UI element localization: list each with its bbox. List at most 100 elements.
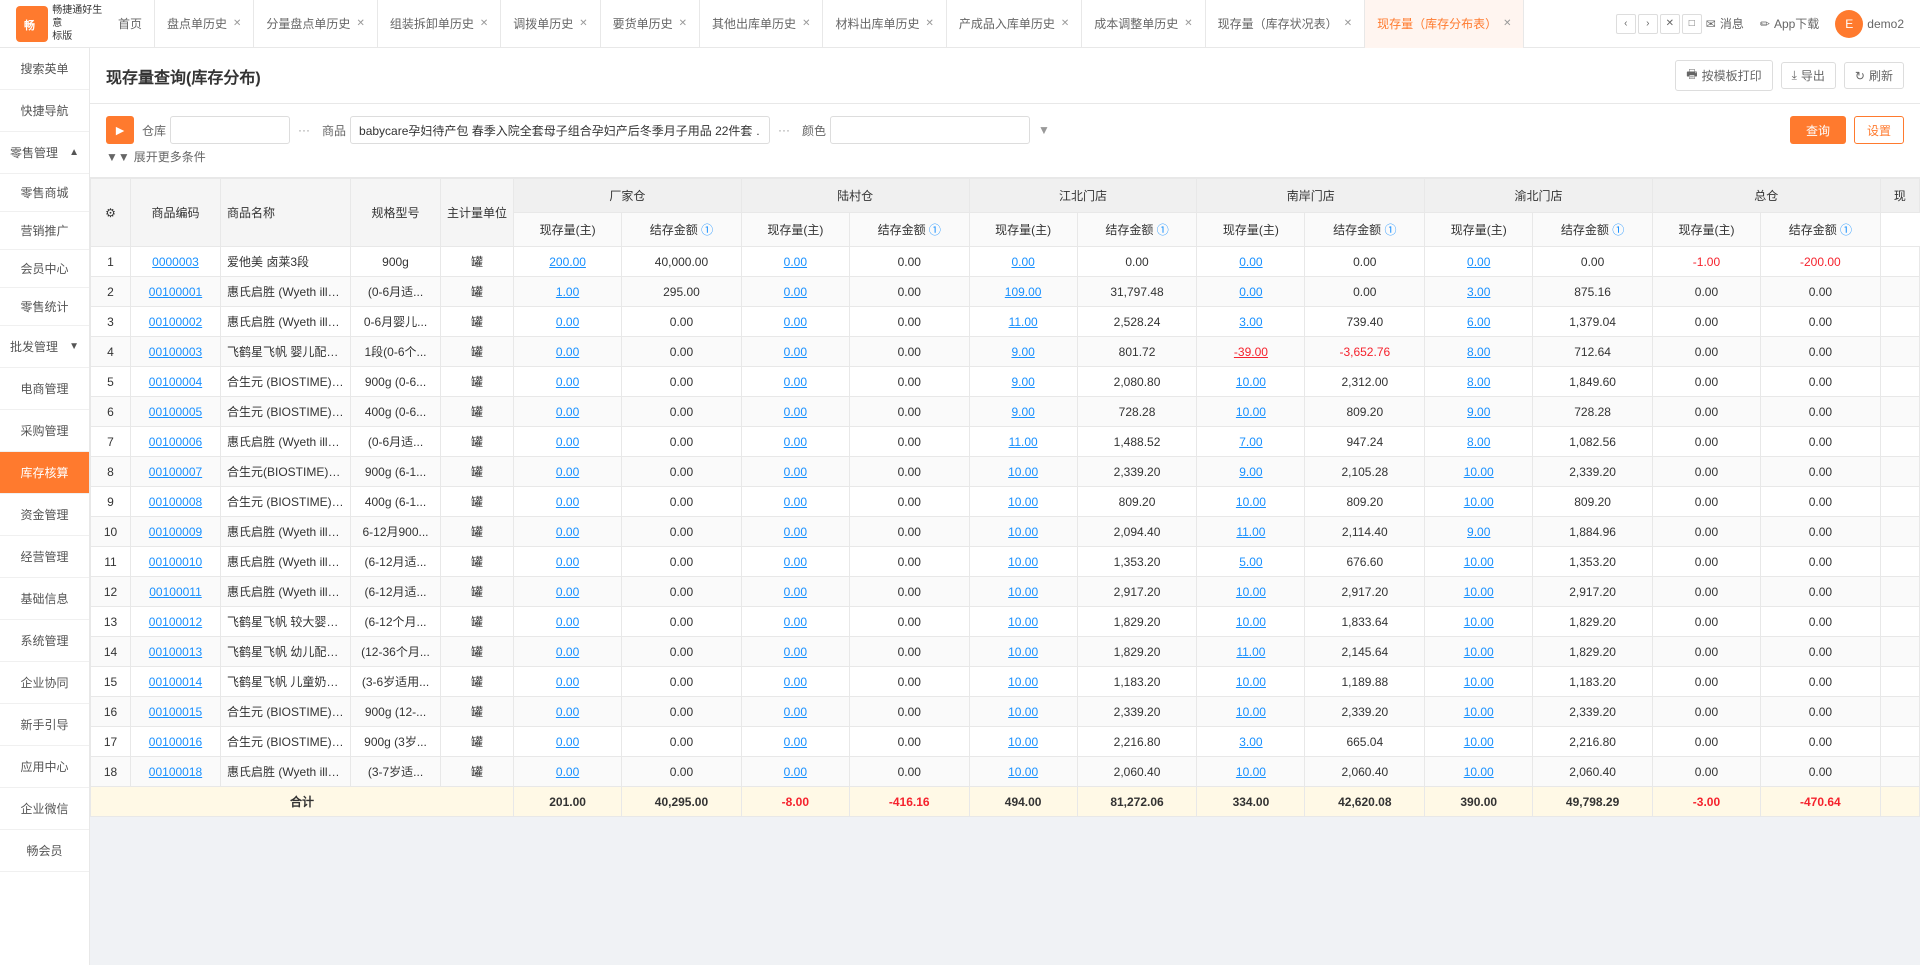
tab-close-icon[interactable]: ✕	[1061, 18, 1069, 29]
close-all-tabs-button[interactable]: ✕	[1660, 14, 1680, 34]
cell-lucun-qty: 0.00	[741, 397, 849, 427]
cell-unit: 罐	[441, 547, 514, 577]
cell-nanan-amt: 947.24	[1305, 427, 1425, 457]
cell-factory-amt: 0.00	[622, 607, 742, 637]
tab-item[interactable]: 首页	[106, 0, 155, 48]
tab-close-icon[interactable]: ✕	[1503, 18, 1511, 29]
tab-prev-button[interactable]: ‹	[1616, 14, 1636, 34]
tab-close-icon[interactable]: ✕	[802, 18, 810, 29]
tab-close-icon[interactable]: ✕	[233, 18, 241, 29]
tab-close-icon[interactable]: ✕	[1344, 18, 1352, 29]
tab-close-icon[interactable]: ✕	[579, 18, 587, 29]
tab-item[interactable]: 其他出库单历史✕	[700, 0, 823, 48]
cell-factory-amt: 0.00	[622, 307, 742, 337]
refresh-button[interactable]: ↻ 刷新	[1844, 62, 1904, 89]
tab-item[interactable]: 成本调整单历史✕	[1082, 0, 1205, 48]
color-dropdown-icon[interactable]: ▼	[1038, 123, 1050, 137]
tab-close-icon[interactable]: ✕	[925, 18, 933, 29]
sidebar-item-应用中心[interactable]: 应用中心	[0, 746, 89, 788]
cell-nanan-amt: 0.00	[1305, 277, 1425, 307]
goods-dots[interactable]: ···	[774, 123, 794, 137]
tab-close-icon[interactable]: ✕	[1184, 18, 1192, 29]
warehouse-dots[interactable]: ···	[294, 123, 314, 137]
cell-unit: 罐	[441, 367, 514, 397]
cell-name: 合生元 (BIOSTIME) …	[221, 697, 351, 727]
print-icon: 🖶	[1686, 65, 1697, 86]
cell-no: 14	[91, 637, 131, 667]
cell-total-amt: 0.00	[1761, 667, 1881, 697]
sidebar-item-快捷导航[interactable]: 快捷导航	[0, 90, 89, 132]
sidebar-item-搜索英单[interactable]: 搜索英单	[0, 48, 89, 90]
cell-name: 惠氏启胜 (Wyeth illu...	[221, 577, 351, 607]
tab-item[interactable]: 产成品入库单历史✕	[947, 0, 1082, 48]
tab-close-icon[interactable]: ✕	[356, 18, 364, 29]
cell-lucun-amt: 0.00	[849, 487, 969, 517]
search-button[interactable]: 查询	[1790, 116, 1846, 144]
sidebar-item-畅会员[interactable]: 畅会员	[0, 830, 89, 872]
sidebar-item-电商管理[interactable]: 电商管理	[0, 368, 89, 410]
tab-close-icon[interactable]: ✕	[480, 18, 488, 29]
cell-code: 00100012	[131, 607, 221, 637]
th-jiangbei-amt: 结存金额 ①	[1077, 213, 1197, 247]
cell-factory-qty: 0.00	[514, 577, 622, 607]
sidebar-item-批发管理[interactable]: 批发管理▼	[0, 326, 89, 368]
cell-jiangbei-amt: 2,094.40	[1077, 517, 1197, 547]
cell-lucun-qty: 0.00	[741, 427, 849, 457]
settings-button[interactable]: 设置	[1854, 116, 1904, 144]
message-button[interactable]: ✉ 消息	[1706, 15, 1744, 32]
tab-item[interactable]: 分量盘点单历史✕	[254, 0, 377, 48]
table-row: 8 00100007 合生元(BIOSTIME)派... 900g (6-1..…	[91, 457, 1920, 487]
sidebar-item-采购管理[interactable]: 采购管理	[0, 410, 89, 452]
sidebar-item-企业微信[interactable]: 企业微信	[0, 788, 89, 830]
tab-item[interactable]: 调拨单历史✕	[501, 0, 600, 48]
cell-name: 惠氏启胜 (Wyeth illu...	[221, 517, 351, 547]
filter-toggle-button[interactable]: ►	[106, 116, 134, 144]
cell-yubei-amt: 2,339.20	[1533, 697, 1653, 727]
cell-jiangbei-amt: 728.28	[1077, 397, 1197, 427]
tab-item[interactable]: 现存量（库存分布表）✕	[1365, 0, 1524, 48]
sidebar-item-零售管理[interactable]: 零售管理▲	[0, 132, 89, 174]
cell-yubei-amt: 712.64	[1533, 337, 1653, 367]
tab-next-button[interactable]: ›	[1638, 14, 1658, 34]
cell-lucun-amt: 0.00	[849, 727, 969, 757]
sidebar-item-会员中心[interactable]: 会员中心	[0, 250, 89, 288]
color-input[interactable]	[830, 116, 1030, 144]
cell-spec: (12-36个月...	[351, 637, 441, 667]
cell-name: 飞鹤星飞帆 幼儿配方奶...	[221, 637, 351, 667]
cell-yubei-qty: 9.00	[1425, 517, 1533, 547]
sidebar-item-系统管理[interactable]: 系统管理	[0, 620, 89, 662]
tab-close-icon[interactable]: ✕	[679, 18, 687, 29]
cell-lucun-amt: 0.00	[849, 277, 969, 307]
tab-item[interactable]: 组装拆卸单历史✕	[378, 0, 501, 48]
expand-tab-button[interactable]: □	[1682, 14, 1702, 34]
sidebar-item-资金管理[interactable]: 资金管理	[0, 494, 89, 536]
tab-item[interactable]: 现存量（库存状况表）✕	[1206, 0, 1365, 48]
filter-expand-row[interactable]: ▼▼ 展开更多条件	[106, 148, 1904, 165]
cell-jiangbei-amt: 1,353.20	[1077, 547, 1197, 577]
cell-nanan-amt: 1,833.64	[1305, 607, 1425, 637]
warehouse-input[interactable]	[170, 116, 290, 144]
sidebar-item-基础信息[interactable]: 基础信息	[0, 578, 89, 620]
sidebar-item-新手引导[interactable]: 新手引导	[0, 704, 89, 746]
sidebar-item-库存核算[interactable]: 库存核算	[0, 452, 89, 494]
tab-item[interactable]: 要货单历史✕	[601, 0, 700, 48]
refresh-icon: ↻	[1855, 69, 1865, 83]
goods-input[interactable]	[350, 116, 770, 144]
app-download-button[interactable]: ✏ App下载	[1760, 15, 1819, 32]
sidebar-item-零售统计[interactable]: 零售统计	[0, 288, 89, 326]
print-button[interactable]: 🖶 按模板打印	[1675, 60, 1772, 91]
table-row: 2 00100001 惠氏启胜 (Wyeth illu... (0-6月适...…	[91, 277, 1920, 307]
tab-item[interactable]: 盘点单历史✕	[155, 0, 254, 48]
sidebar-item-营销推广[interactable]: 营销推广	[0, 212, 89, 250]
user-menu[interactable]: E demo2	[1835, 10, 1904, 38]
cell-yubei-amt: 875.16	[1533, 277, 1653, 307]
export-button[interactable]: ⤓ 导出	[1781, 62, 1836, 89]
sidebar-item-经营管理[interactable]: 经营管理	[0, 536, 89, 578]
tab-item[interactable]: 材料出库单历史✕	[823, 0, 946, 48]
cell-total-amt: 0.00	[1761, 517, 1881, 547]
sidebar-item-企业协同[interactable]: 企业协同	[0, 662, 89, 704]
cell-spec: (0-6月适...	[351, 277, 441, 307]
gear-icon[interactable]: ⚙	[103, 205, 119, 221]
th-nanan-qty: 现存量(主)	[1197, 213, 1305, 247]
sidebar-item-零售商城[interactable]: 零售商城	[0, 174, 89, 212]
